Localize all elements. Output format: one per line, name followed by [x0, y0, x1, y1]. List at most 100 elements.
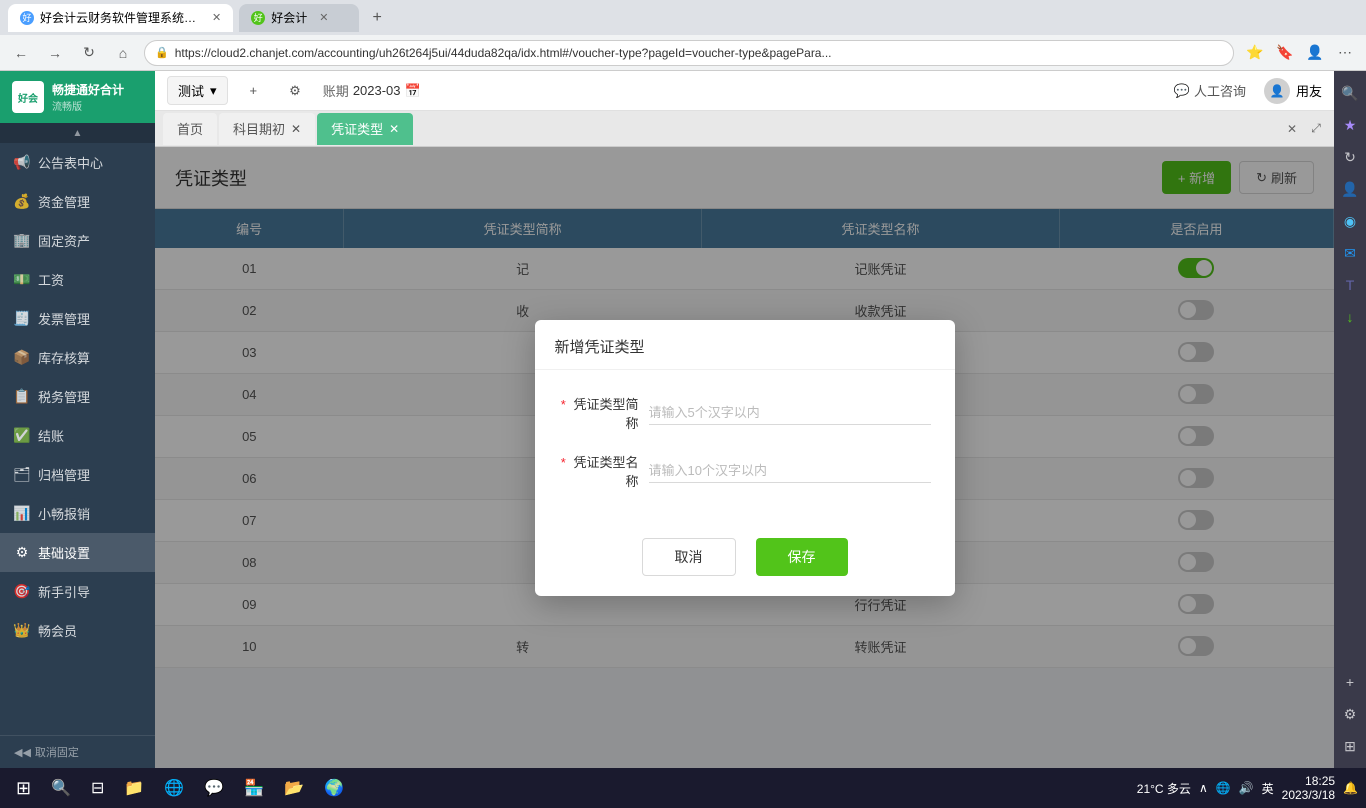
window-controls: ✕ ⤢ — [1282, 119, 1326, 139]
add-voucher-modal: 新增凭证类型 * 凭证类型简称 * — [535, 320, 955, 596]
logo-name: 畅捷通好合计 — [52, 81, 124, 98]
tax-icon: 📋 — [14, 389, 30, 405]
unpin-icon: ◀◀ — [14, 746, 31, 759]
settings-btn[interactable]: ⚙ — [279, 79, 311, 103]
short-name-label-text: 凭证类型简称 — [573, 397, 638, 431]
main-content: 测试 ▾ + ⚙ 账期 2023-03 📅 💬 人工咨询 👤 — [155, 71, 1334, 768]
save-button[interactable]: 保存 — [756, 538, 848, 576]
user-avatar: 👤 — [1264, 78, 1290, 104]
right-chrome-btn[interactable]: ◉ — [1336, 207, 1364, 235]
full-name-input[interactable] — [649, 459, 931, 483]
store-icon: 🏪 — [244, 778, 264, 798]
tab-subject-label: 科目期初 — [233, 119, 285, 138]
consult-icon: 💬 — [1174, 83, 1190, 99]
taskbar-store[interactable]: 🏪 — [236, 770, 272, 806]
sidebar-item-guide[interactable]: 🎯 新手引导 — [0, 572, 155, 611]
sidebar-item-salary[interactable]: 💵 工资 — [0, 260, 155, 299]
lock-icon: 🔒 — [155, 46, 169, 59]
back-button[interactable]: ← — [8, 40, 34, 66]
url-text: https://cloud2.chanjet.com/accounting/uh… — [175, 46, 1223, 60]
taskbar-explorer[interactable]: 📁 — [116, 770, 152, 806]
inactive-tab[interactable]: 好 好会计 ✕ — [239, 4, 359, 32]
sidebar-item-tax[interactable]: 📋 税务管理 — [0, 377, 155, 416]
taskbar-widgets[interactable]: ⊟ — [83, 770, 112, 806]
right-user-btn[interactable]: 👤 — [1336, 175, 1364, 203]
workspace-selector[interactable]: 测试 ▾ — [167, 76, 228, 105]
sidebar-item-report-label: 小畅报销 — [38, 504, 90, 523]
sidebar-logo: 好会 畅捷通好合计 流畅版 — [0, 71, 155, 123]
right-grid-btn[interactable]: ⊞ — [1336, 732, 1364, 760]
sidebar-item-tax-label: 税务管理 — [38, 387, 90, 406]
forward-button[interactable]: → — [42, 40, 68, 66]
guide-icon: 🎯 — [14, 584, 30, 600]
tab2-close-btn[interactable]: ✕ — [319, 11, 328, 24]
sidebar-item-report[interactable]: 📊 小畅报销 — [0, 494, 155, 533]
sidebar-item-archive[interactable]: 🗂 归档管理 — [0, 455, 155, 494]
maximize-pane-btn[interactable]: ⤢ — [1306, 119, 1326, 139]
tab-subject[interactable]: 科目期初 ✕ — [219, 113, 315, 145]
browser-chrome: 好 好会计云财务软件管理系统_会计 ✕ 好 好会计 ✕ + — [0, 0, 1366, 35]
right-outlook-btn[interactable]: ✉ — [1336, 239, 1364, 267]
salary-icon: 💵 — [14, 272, 30, 288]
minimize-pane-btn[interactable]: ✕ — [1282, 119, 1302, 139]
sidebar-item-settle[interactable]: ✅ 结账 — [0, 416, 155, 455]
taskbar-search[interactable]: 🔍 — [43, 770, 79, 806]
short-name-input[interactable] — [649, 401, 931, 425]
tab-subject-close[interactable]: ✕ — [291, 122, 301, 136]
settings-icon: ⚙ — [14, 545, 30, 561]
taskbar-edge[interactable]: 🌍 — [316, 770, 352, 806]
user-label: 用友 — [1296, 81, 1322, 100]
tab-voucher-type[interactable]: 凭证类型 ✕ — [317, 113, 413, 145]
home-button[interactable]: ⌂ — [110, 40, 136, 66]
sidebar-scroll-up[interactable]: ▲ — [0, 123, 155, 143]
chevron-icon: ∧ — [1199, 781, 1208, 795]
workspace-dropdown-icon: ▾ — [210, 83, 217, 99]
taskbar-wechat[interactable]: 💬 — [196, 770, 232, 806]
clock: 18:25 2023/3/18 — [1282, 774, 1335, 802]
tab-home[interactable]: 首页 — [163, 113, 217, 145]
content-area: 凭证类型 + 新增 ↻ 刷新 编号 凭证类型简称 凭证类型 — [155, 147, 1334, 768]
new-tab-button[interactable]: + — [365, 6, 389, 30]
calendar-icon[interactable]: 📅 — [405, 83, 421, 99]
more-btn[interactable]: ⋯ — [1332, 40, 1358, 66]
announcements-icon: 📢 — [14, 155, 30, 171]
address-bar[interactable]: 🔒 https://cloud2.chanjet.com/accounting/… — [144, 40, 1234, 66]
favorites-btn[interactable]: 🔖 — [1272, 40, 1298, 66]
sidebar-item-assets[interactable]: 🏢 固定资产 — [0, 221, 155, 260]
logo-subtitle: 流畅版 — [52, 98, 124, 113]
sidebar-item-invoice[interactable]: 🧾 发票管理 — [0, 299, 155, 338]
consult-btn[interactable]: 💬 人工咨询 — [1164, 77, 1256, 104]
right-search-btn[interactable]: 🔍 — [1336, 79, 1364, 107]
right-settings-btn[interactable]: ⚙ — [1336, 700, 1364, 728]
right-download-btn[interactable]: ↓ — [1336, 303, 1364, 331]
start-button[interactable]: ⊞ — [8, 770, 39, 806]
extensions-btn[interactable]: ⭐ — [1242, 40, 1268, 66]
chrome-icon: 🌐 — [164, 778, 184, 798]
cancel-button[interactable]: 取消 — [642, 538, 736, 576]
taskbar-folder[interactable]: 📂 — [276, 770, 312, 806]
right-arrow-btn[interactable]: ↻ — [1336, 143, 1364, 171]
sidebar-item-funds[interactable]: 💰 资金管理 — [0, 182, 155, 221]
sidebar-item-announcements[interactable]: 📢 公告表中心 — [0, 143, 155, 182]
logo-icon: 好会 — [12, 81, 44, 113]
address-bar-row: ← → ↻ ⌂ 🔒 https://cloud2.chanjet.com/acc… — [0, 35, 1366, 71]
sidebar-item-member[interactable]: 👑 畅会员 — [0, 611, 155, 650]
sidebar-item-settle-label: 结账 — [38, 426, 64, 445]
tab-voucher-close[interactable]: ✕ — [389, 122, 399, 136]
search-icon: 🔍 — [51, 778, 71, 798]
right-star-btn[interactable]: ★ — [1336, 111, 1364, 139]
taskbar-chrome[interactable]: 🌐 — [156, 770, 192, 806]
refresh-button[interactable]: ↻ — [76, 40, 102, 66]
user-area[interactable]: 👤 用友 — [1264, 78, 1322, 104]
profile-btn[interactable]: 👤 — [1302, 40, 1328, 66]
sidebar-item-inventory[interactable]: 📦 库存核算 — [0, 338, 155, 377]
right-add-btn[interactable]: + — [1336, 668, 1364, 696]
tab-close-btn[interactable]: ✕ — [212, 11, 221, 24]
sidebar-item-settings[interactable]: ⚙ 基础设置 — [0, 533, 155, 572]
period-value: 2023-03 — [353, 83, 401, 98]
sidebar-unpin[interactable]: ◀◀ 取消固定 — [0, 735, 155, 768]
right-teams-btn[interactable]: T — [1336, 271, 1364, 299]
active-tab[interactable]: 好 好会计云财务软件管理系统_会计 ✕ — [8, 4, 233, 32]
add-workspace-btn[interactable]: + — [240, 79, 268, 102]
volume-icon: 🔊 — [1239, 781, 1254, 795]
